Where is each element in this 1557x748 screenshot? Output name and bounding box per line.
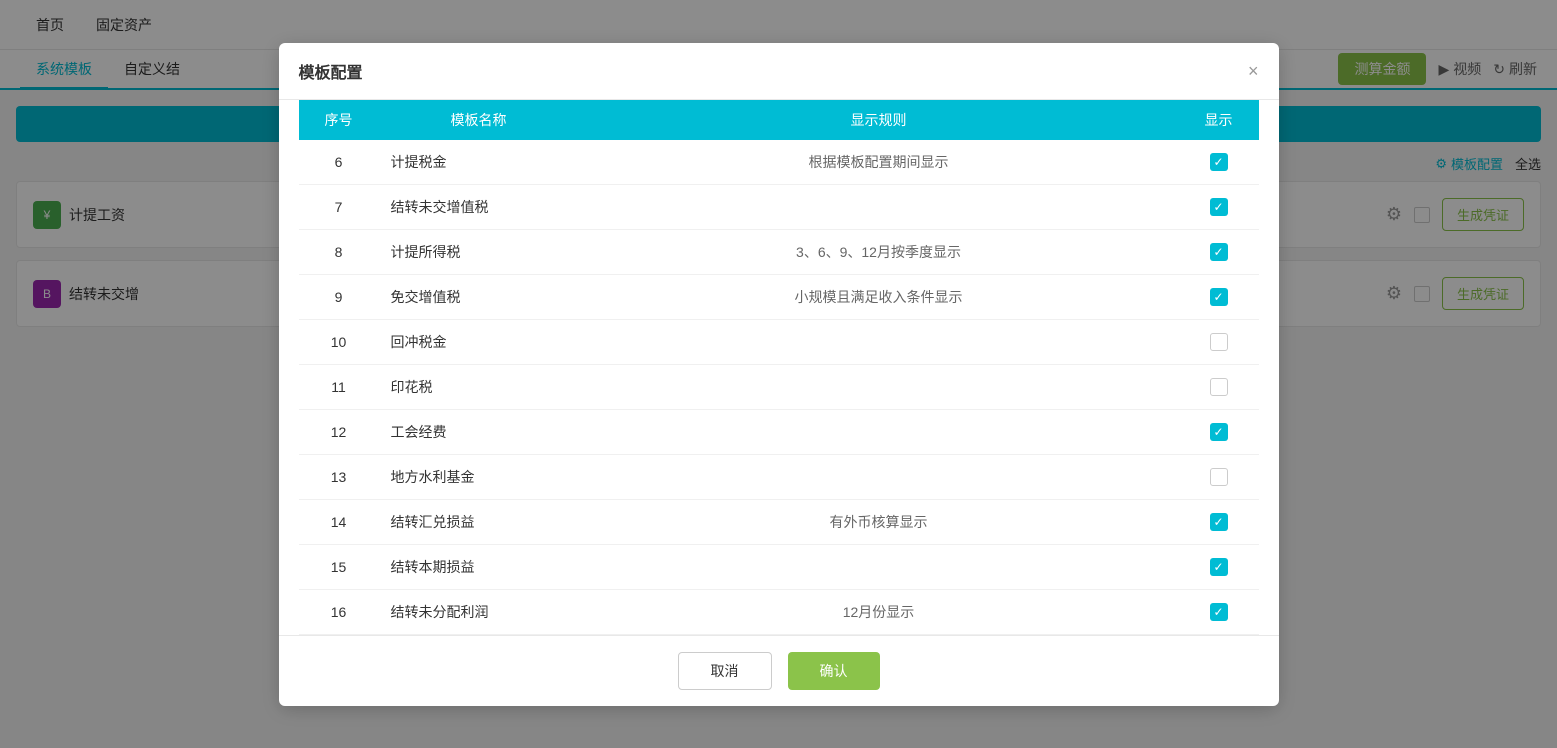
cell-no: 11 — [299, 364, 379, 409]
cell-name: 结转未交增值税 — [379, 184, 579, 229]
cell-name: 计提所得税 — [379, 229, 579, 274]
cell-name: 回冲税金 — [379, 319, 579, 364]
col-header-show: 显示 — [1179, 100, 1259, 140]
checkbox-checked-icon[interactable]: ✓ — [1210, 603, 1228, 621]
table-row: 14结转汇兑损益有外币核算显示 ✓ — [299, 499, 1259, 544]
table-row: 11印花税 — [299, 364, 1259, 409]
checkbox-unchecked[interactable] — [1210, 378, 1228, 396]
checkbox-cell[interactable]: ✓ — [1191, 513, 1247, 531]
checkbox-cell[interactable]: ✓ — [1191, 603, 1247, 621]
checkbox-cell[interactable]: ✓ — [1191, 198, 1247, 216]
table-header-row: 序号 模板名称 显示规则 显示 — [299, 100, 1259, 140]
cell-checkbox[interactable]: ✓ — [1179, 184, 1259, 229]
cell-no: 6 — [299, 140, 379, 185]
cell-checkbox[interactable] — [1179, 319, 1259, 364]
table-row: 9免交增值税小规模且满足收入条件显示 ✓ — [299, 274, 1259, 319]
col-header-name: 模板名称 — [379, 100, 579, 140]
cell-rule: 根据模板配置期间显示 — [579, 140, 1179, 185]
modal-header: 模板配置 × — [279, 43, 1279, 100]
checkbox-unchecked[interactable] — [1210, 468, 1228, 486]
table-row: 15结转本期损益 ✓ — [299, 544, 1259, 589]
cell-rule — [579, 409, 1179, 454]
checkbox-cell[interactable]: ✓ — [1191, 153, 1247, 171]
cell-rule: 有外币核算显示 — [579, 499, 1179, 544]
config-table: 序号 模板名称 显示规则 显示 6计提税金根据模板配置期间显示✓7结转未交增值税… — [299, 100, 1259, 635]
cell-name: 结转本期损益 — [379, 544, 579, 589]
cell-no: 14 — [299, 499, 379, 544]
table-row: 8计提所得税3、6、9、12月按季度显示 ✓ — [299, 229, 1259, 274]
table-row: 13地方水利基金 — [299, 454, 1259, 499]
close-button[interactable]: × — [1248, 62, 1259, 80]
checkbox-cell[interactable] — [1191, 333, 1247, 351]
checkbox-cell[interactable]: ✓ — [1191, 558, 1247, 576]
checkbox-unchecked[interactable] — [1210, 333, 1228, 351]
cell-name: 印花税 — [379, 364, 579, 409]
checkbox-checked-icon[interactable]: ✓ — [1210, 558, 1228, 576]
cell-rule — [579, 364, 1179, 409]
cell-no: 12 — [299, 409, 379, 454]
cell-checkbox[interactable] — [1179, 454, 1259, 499]
cell-no: 13 — [299, 454, 379, 499]
cell-name: 地方水利基金 — [379, 454, 579, 499]
checkbox-checked-icon[interactable]: ✓ — [1210, 153, 1228, 171]
confirm-button[interactable]: 确认 — [788, 652, 880, 690]
cell-checkbox[interactable]: ✓ — [1179, 589, 1259, 634]
col-header-no: 序号 — [299, 100, 379, 140]
table-row: 10回冲税金 — [299, 319, 1259, 364]
checkbox-cell[interactable] — [1191, 378, 1247, 396]
checkbox-cell[interactable]: ✓ — [1191, 288, 1247, 306]
cell-no: 7 — [299, 184, 379, 229]
modal-overlay: 模板配置 × 序号 模板名称 显示规则 显示 6计提税金根据模板配置期间显示✓7… — [0, 0, 1557, 748]
modal-title: 模板配置 — [299, 59, 363, 83]
cell-no: 15 — [299, 544, 379, 589]
cell-checkbox[interactable]: ✓ — [1179, 544, 1259, 589]
cell-rule — [579, 454, 1179, 499]
cell-rule: 3、6、9、12月按季度显示 — [579, 229, 1179, 274]
cell-checkbox[interactable]: ✓ — [1179, 409, 1259, 454]
template-config-modal: 模板配置 × 序号 模板名称 显示规则 显示 6计提税金根据模板配置期间显示✓7… — [279, 43, 1279, 706]
modal-footer: 取消 确认 — [279, 635, 1279, 706]
checkbox-checked-icon[interactable]: ✓ — [1210, 243, 1228, 261]
table-row: 7结转未交增值税 ✓ — [299, 184, 1259, 229]
cancel-button[interactable]: 取消 — [678, 652, 772, 690]
checkbox-cell[interactable]: ✓ — [1191, 243, 1247, 261]
cell-rule — [579, 184, 1179, 229]
cell-no: 10 — [299, 319, 379, 364]
cell-no: 16 — [299, 589, 379, 634]
checkbox-cell[interactable]: ✓ — [1191, 423, 1247, 441]
table-row: 12工会经费 ✓ — [299, 409, 1259, 454]
table-row: 16结转未分配利润12月份显示 ✓ — [299, 589, 1259, 634]
cell-checkbox[interactable]: ✓ — [1179, 499, 1259, 544]
cell-name: 结转汇兑损益 — [379, 499, 579, 544]
cell-no: 9 — [299, 274, 379, 319]
table-body: 6计提税金根据模板配置期间显示✓7结转未交增值税✓8计提所得税3、6、9、12月… — [299, 140, 1259, 635]
cell-name: 工会经费 — [379, 409, 579, 454]
cell-name: 免交增值税 — [379, 274, 579, 319]
checkbox-checked-icon[interactable]: ✓ — [1210, 288, 1228, 306]
cell-checkbox[interactable]: ✓ — [1179, 140, 1259, 185]
cell-rule: 小规模且满足收入条件显示 — [579, 274, 1179, 319]
checkbox-cell[interactable] — [1191, 468, 1247, 486]
cell-rule — [579, 544, 1179, 589]
cell-name: 计提税金 — [379, 140, 579, 185]
checkbox-checked-icon[interactable]: ✓ — [1210, 198, 1228, 216]
cell-checkbox[interactable] — [1179, 364, 1259, 409]
cell-checkbox[interactable]: ✓ — [1179, 274, 1259, 319]
checkbox-checked-icon[interactable]: ✓ — [1210, 423, 1228, 441]
modal-table-wrap: 序号 模板名称 显示规则 显示 6计提税金根据模板配置期间显示✓7结转未交增值税… — [279, 100, 1279, 635]
col-header-rule: 显示规则 — [579, 100, 1179, 140]
cell-rule: 12月份显示 — [579, 589, 1179, 634]
cell-no: 8 — [299, 229, 379, 274]
cell-checkbox[interactable]: ✓ — [1179, 229, 1259, 274]
cell-name: 结转未分配利润 — [379, 589, 579, 634]
cell-rule — [579, 319, 1179, 364]
table-row: 6计提税金根据模板配置期间显示 ✓ — [299, 140, 1259, 185]
checkbox-checked-icon[interactable]: ✓ — [1210, 513, 1228, 531]
